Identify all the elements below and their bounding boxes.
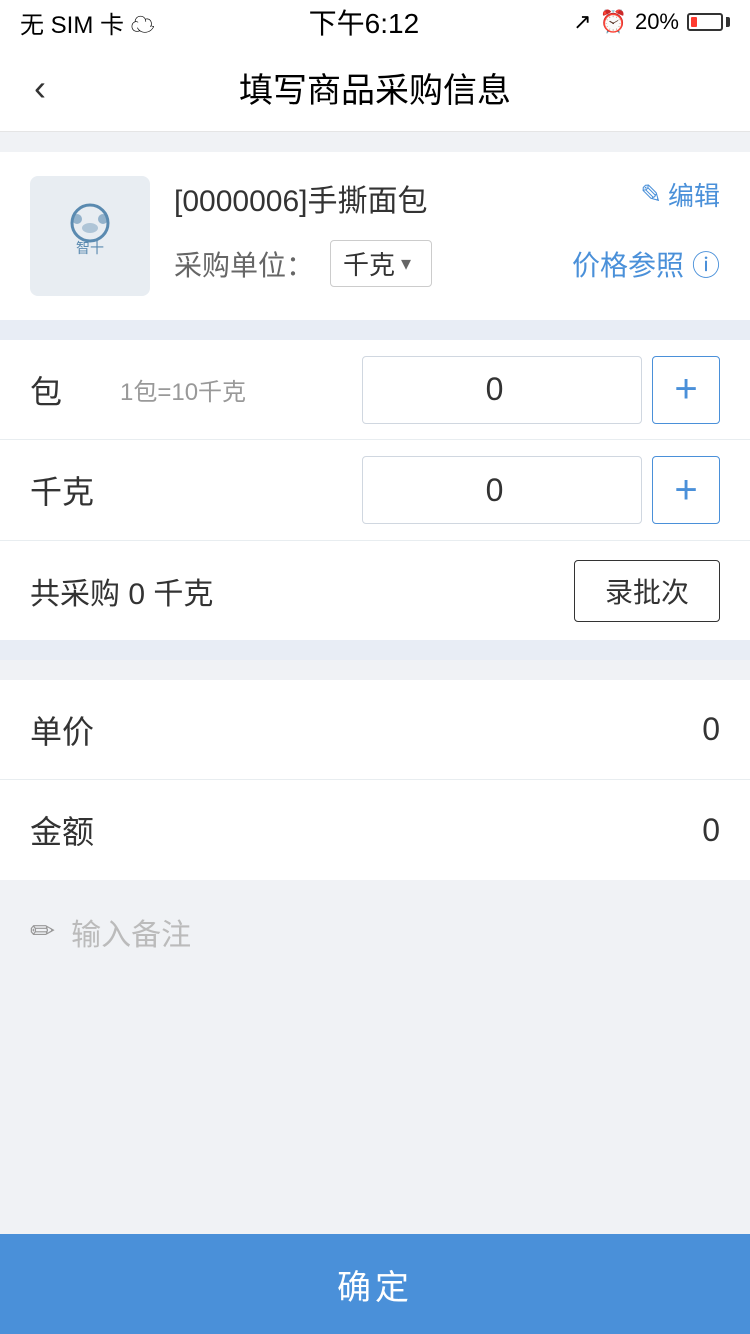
kg-input-row: 千克 + xyxy=(0,440,750,540)
pencil-icon: ✏ xyxy=(30,914,55,949)
unit-select[interactable]: 千克 ▾ xyxy=(330,240,432,287)
confirm-button[interactable]: 确定 xyxy=(0,1234,750,1334)
amount-value: 0 xyxy=(702,812,720,849)
section-divider-2 xyxy=(0,640,750,660)
kg-plus-icon: + xyxy=(674,468,697,513)
nav-bar: ‹ 填写商品采购信息 xyxy=(0,44,750,132)
summary-text: 共采购 0 千克 xyxy=(30,569,213,613)
product-image: 智十 xyxy=(30,176,150,296)
status-right: ↗ ⏰ 20% xyxy=(573,9,730,35)
edit-label: 编辑 xyxy=(668,176,720,213)
summary-row: 共采购 0 千克 录批次 xyxy=(0,540,750,640)
bag-input[interactable] xyxy=(362,356,642,424)
alarm-icon: ⏰ xyxy=(600,9,627,35)
price-ref-label: 价格参照 xyxy=(572,244,684,284)
product-card: 智十 [0000006]手撕面包 采购单位： 千克 ▾ 价格参照 ⓘ ✎ 编辑 xyxy=(0,152,750,320)
kg-plus-button[interactable]: + xyxy=(652,456,720,524)
product-info: [0000006]手撕面包 采购单位： 千克 ▾ 价格参照 ⓘ xyxy=(174,176,720,287)
battery-percent: 20% xyxy=(635,9,679,35)
unit-price-value: 0 xyxy=(702,711,720,748)
unit-label: 采购单位： xyxy=(174,244,314,284)
bag-plus-button[interactable]: + xyxy=(652,356,720,424)
dropdown-arrow-icon: ▾ xyxy=(401,251,411,276)
input-section: 包 1包=10千克 + 千克 + xyxy=(0,340,750,540)
bag-input-row: 包 1包=10千克 + xyxy=(0,340,750,440)
kg-input[interactable] xyxy=(362,456,642,524)
price-section: 单价 0 金额 0 xyxy=(0,680,750,880)
section-divider-1 xyxy=(0,320,750,340)
battery-icon xyxy=(687,13,730,31)
unit-price-label: 单价 xyxy=(30,707,94,753)
notes-placeholder: 输入备注 xyxy=(71,910,191,954)
status-bar: 无 SIM 卡 ☁ 下午6:12 ↗ ⏰ 20% xyxy=(0,0,750,44)
product-name: [0000006]手撕面包 xyxy=(174,176,720,220)
notes-section[interactable]: ✏ 输入备注 xyxy=(0,880,750,1160)
back-button[interactable]: ‹ xyxy=(24,57,56,119)
bag-plus-icon: + xyxy=(674,367,697,412)
page-title: 填写商品采购信息 xyxy=(239,63,511,112)
status-left: 无 SIM 卡 ☁ xyxy=(20,5,155,40)
unit-price-row: 单价 0 xyxy=(0,680,750,780)
amount-label: 金额 xyxy=(30,807,94,853)
status-time: 下午6:12 xyxy=(309,2,420,42)
help-icon: ⓘ xyxy=(692,244,720,284)
bag-label: 包 xyxy=(30,367,110,413)
sim-status: 无 SIM 卡 ☁ xyxy=(20,5,155,40)
product-unit-row: 采购单位： 千克 ▾ 价格参照 ⓘ xyxy=(174,240,720,287)
edit-button[interactable]: ✎ 编辑 xyxy=(640,176,720,213)
batch-button[interactable]: 录批次 xyxy=(574,560,720,622)
location-icon: ↗ xyxy=(573,9,591,35)
product-logo: 智十 xyxy=(55,201,125,270)
price-ref-button[interactable]: 价格参照 ⓘ xyxy=(572,244,720,284)
bag-sublabel: 1包=10千克 xyxy=(120,372,362,407)
kg-label: 千克 xyxy=(30,467,110,513)
unit-value: 千克 xyxy=(343,245,395,282)
amount-row: 金额 0 xyxy=(0,780,750,880)
edit-icon: ✎ xyxy=(640,179,662,210)
svg-text:智十: 智十 xyxy=(76,240,104,256)
back-icon: ‹ xyxy=(34,67,46,108)
